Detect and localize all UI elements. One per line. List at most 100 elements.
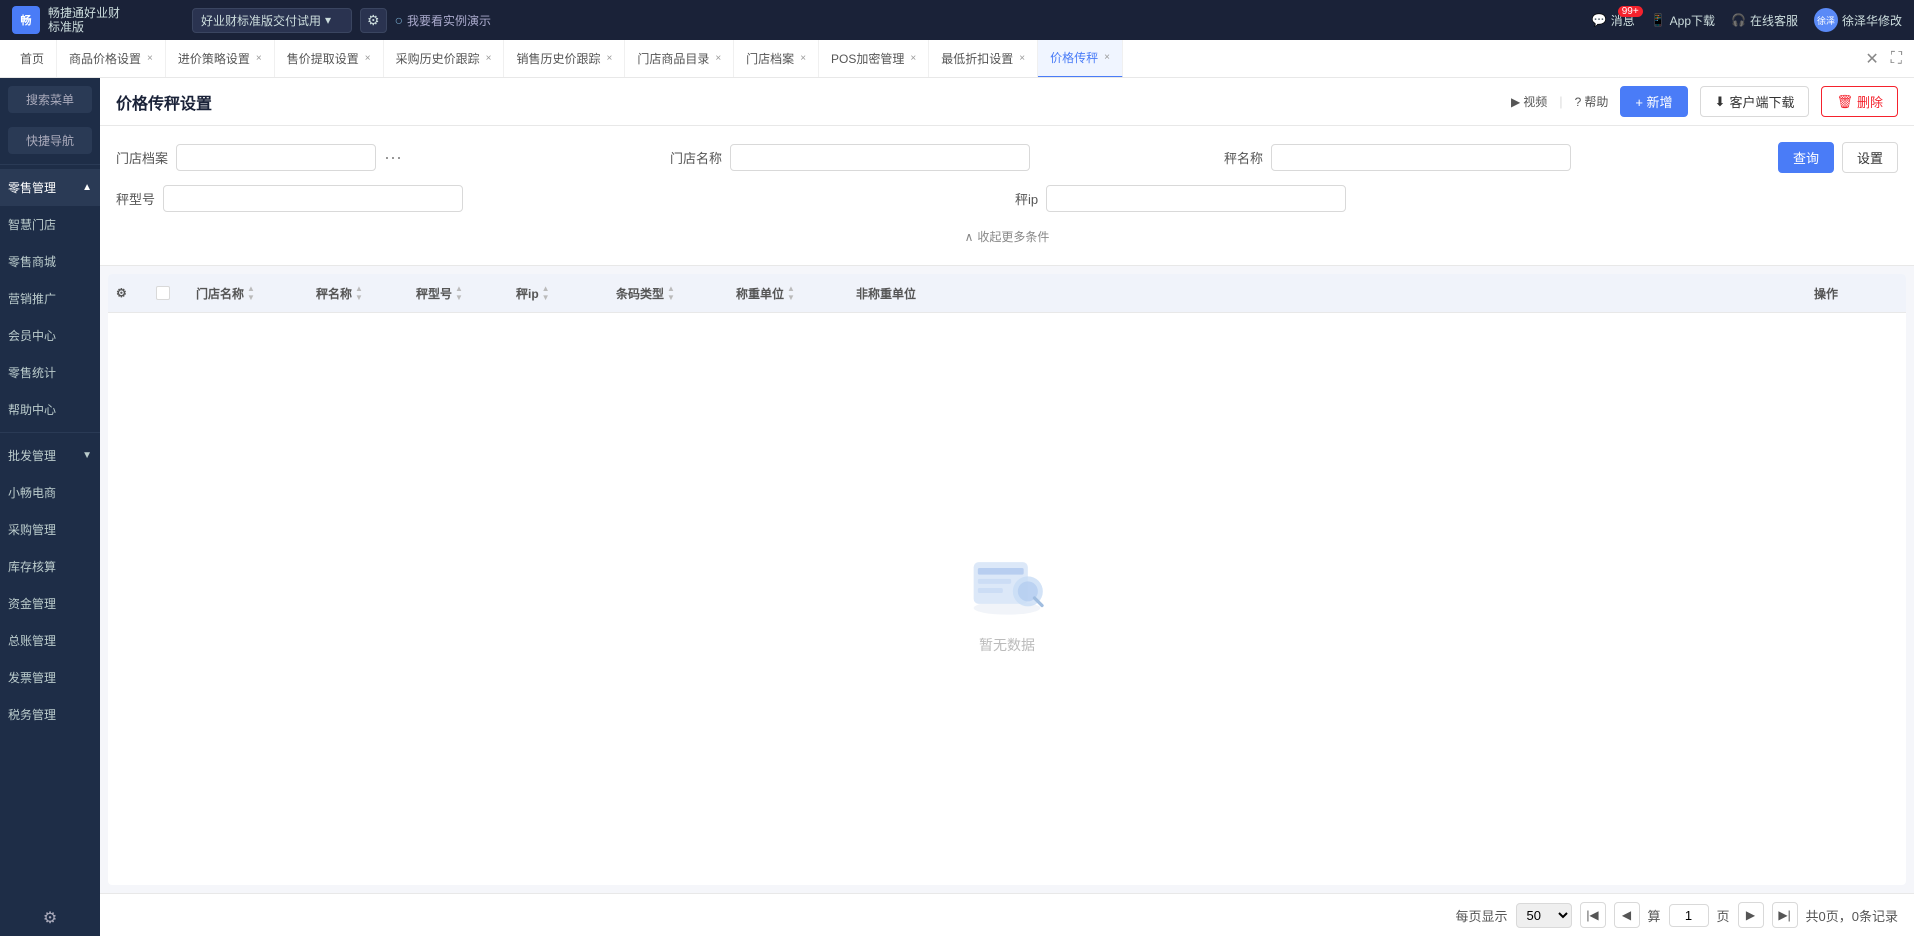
collapse-button[interactable]: ∧ 收起更多条件 [965, 228, 1050, 245]
scale-name-label: 秤名称 [1224, 148, 1263, 167]
th-barcode-type[interactable]: 条码类型 ▲▼ [608, 274, 728, 312]
fullscreen-button[interactable]: ⛶ [1887, 48, 1906, 70]
online-service-button[interactable]: 🎧 在线客服 [1731, 12, 1798, 29]
avatar: 徐泽 [1814, 8, 1838, 32]
close-icon[interactable]: × [486, 53, 492, 64]
delete-button[interactable]: 🗑 删除 [1821, 86, 1898, 117]
sidebar-item-wholesale-manage[interactable]: 批发管理 ▼ [0, 437, 100, 474]
video-link[interactable]: ▶ 视频 [1511, 93, 1547, 110]
th-scale-ip[interactable]: 秤ip ▲▼ [508, 274, 608, 312]
sidebar-item-marketing[interactable]: 营销推广 [0, 280, 100, 317]
demo-link[interactable]: ○ 我要看实例演示 [395, 12, 491, 29]
tab-bar: 首页 商品价格设置 × 进价策略设置 × 售价提取设置 × 采购历史价跟踪 × … [0, 40, 1914, 78]
close-icon[interactable]: × [1019, 53, 1025, 64]
close-icon[interactable]: × [365, 53, 371, 64]
sidebar-item-retail-stats[interactable]: 零售统计 [0, 354, 100, 391]
total-info: 共0页，0条记录 [1806, 906, 1898, 925]
th-scale-model[interactable]: 秤型号 ▲▼ [408, 274, 508, 312]
page-input[interactable] [1669, 904, 1709, 927]
scale-ip-input[interactable] [1046, 185, 1346, 212]
close-icon[interactable]: × [147, 53, 153, 64]
sidebar-item-inventory[interactable]: 库存核算 [0, 548, 100, 585]
query-button[interactable]: 查询 [1778, 142, 1834, 173]
table-header: ⚙ 门店名称 ▲▼ 秤名称 ▲▼ 秤型号 ▲▼ [108, 274, 1906, 313]
messages-button[interactable]: 💬 消息 99+ [1592, 12, 1635, 29]
th-weight-unit[interactable]: 称重单位 ▲▼ [728, 274, 848, 312]
trash-icon: 🗑 [1836, 94, 1853, 110]
close-icon[interactable]: × [1104, 52, 1110, 63]
sidebar-item-purchase-manage[interactable]: 采购管理 [0, 511, 100, 548]
close-icon[interactable]: × [800, 53, 806, 64]
add-button[interactable]: + 新增 [1620, 86, 1687, 117]
search-menu-button[interactable]: 搜索菜单 [8, 86, 92, 113]
sidebar-item-member-center[interactable]: 会员中心 [0, 317, 100, 354]
sidebar-item-capital[interactable]: 资金管理 [0, 585, 100, 622]
version-select[interactable]: 好业财标准版交付试用 ▾ [192, 8, 352, 33]
sidebar-divider [0, 432, 100, 433]
query-actions: 查询 设置 [1778, 142, 1898, 173]
sidebar-item-retail-manage[interactable]: 零售管理 ▲ [0, 169, 100, 206]
sidebar-item-retail-mall[interactable]: 零售商城 [0, 243, 100, 280]
last-page-button[interactable]: ▶| [1772, 902, 1798, 928]
tab-purchase-history[interactable]: 采购历史价跟踪 × [384, 40, 505, 78]
tab-sale-history[interactable]: 销售历史价跟踪 × [504, 40, 625, 78]
sidebar-item-smart-store[interactable]: 智慧门店 [0, 206, 100, 243]
user-menu-button[interactable]: 徐泽 徐泽华修改 [1814, 8, 1902, 32]
tab-store-archive[interactable]: 门店档案 × [734, 40, 819, 78]
sidebar-item-invoice[interactable]: 发票管理 [0, 659, 100, 696]
tab-purchase-strategy[interactable]: 进价策略设置 × [166, 40, 275, 78]
close-icon[interactable]: × [715, 53, 721, 64]
tab-store-catalog[interactable]: 门店商品目录 × [625, 40, 734, 78]
tab-min-discount[interactable]: 最低折扣设置 × [929, 40, 1038, 78]
message-icon: 💬 [1592, 13, 1607, 27]
chevron-up-icon: ∧ [965, 230, 974, 244]
sidebar-item-ledger[interactable]: 总账管理 [0, 622, 100, 659]
quick-nav-button[interactable]: 快捷导航 [8, 127, 92, 154]
sidebar-item-ecommerce[interactable]: 小畅电商 [0, 474, 100, 511]
tab-pos-manage[interactable]: POS加密管理 × [819, 40, 929, 78]
close-tab-button[interactable]: ✕ [1861, 47, 1882, 71]
first-page-button[interactable]: |◀ [1580, 902, 1606, 928]
tab-price-scale[interactable]: 价格传秤 × [1038, 40, 1123, 78]
help-link[interactable]: ? 帮助 [1575, 93, 1609, 110]
th-scale-name[interactable]: 秤名称 ▲▼ [308, 274, 408, 312]
app-download-button[interactable]: 📱 App下载 [1651, 12, 1715, 29]
sidebar-item-help-center[interactable]: 帮助中心 [0, 391, 100, 428]
setup-button[interactable]: 设置 [1842, 142, 1898, 173]
tab-price-setting[interactable]: 商品价格设置 × [57, 40, 166, 78]
close-icon[interactable]: × [606, 53, 612, 64]
store-archive-input[interactable] [176, 144, 376, 171]
scale-name-input[interactable] [1271, 144, 1571, 171]
page-title: 价格传秤设置 [116, 90, 212, 114]
filter-area: 门店档案 ··· 门店名称 秤名称 查询 设置 [100, 126, 1914, 266]
filter-row-2: 秤型号 秤ip [116, 185, 1898, 212]
store-name-input[interactable] [730, 144, 1030, 171]
scale-model-input[interactable] [163, 185, 463, 212]
per-page-select[interactable]: 50 10 20 100 [1516, 903, 1572, 928]
th-store-name[interactable]: 门店名称 ▲▼ [188, 274, 308, 312]
settings-icon[interactable]: ⚙ [43, 908, 57, 928]
close-icon[interactable]: × [910, 53, 916, 64]
tab-home[interactable]: 首页 [8, 40, 57, 78]
sidebar-item-tax[interactable]: 税务管理 [0, 696, 100, 733]
gear-button[interactable]: ⚙ [360, 8, 387, 33]
top-bar: 畅 畅捷通好业财 标准版 好业财标准版交付试用 ▾ ⚙ ○ 我要看实例演示 💬 … [0, 0, 1914, 40]
close-icon[interactable]: × [256, 53, 262, 64]
store-archive-more-button[interactable]: ··· [384, 147, 402, 168]
empty-state: 暂无数据 [108, 313, 1906, 885]
th-non-weight-unit: 非称重单位 [848, 274, 1806, 312]
download-button[interactable]: ⬇ 客户端下载 [1700, 86, 1810, 117]
store-name-label: 门店名称 [670, 148, 722, 167]
pagination-bar: 每页显示 50 10 20 100 |◀ ◀ 算 页 ▶ ▶| 共0页，0条记录 [100, 893, 1914, 936]
sort-icon: ▲▼ [355, 284, 363, 302]
download-icon: 📱 [1651, 13, 1666, 27]
tab-sale-extract[interactable]: 售价提取设置 × [275, 40, 384, 78]
prev-page-button[interactable]: ◀ [1614, 902, 1640, 928]
chevron-down-icon: ▾ [325, 13, 331, 27]
th-checkbox [148, 274, 188, 312]
header-checkbox[interactable] [156, 286, 170, 300]
help-icon: ? [1575, 95, 1582, 109]
sort-icon: ▲▼ [455, 284, 463, 302]
next-page-button[interactable]: ▶ [1738, 902, 1764, 928]
sidebar-nav: 快捷导航 [0, 121, 100, 160]
